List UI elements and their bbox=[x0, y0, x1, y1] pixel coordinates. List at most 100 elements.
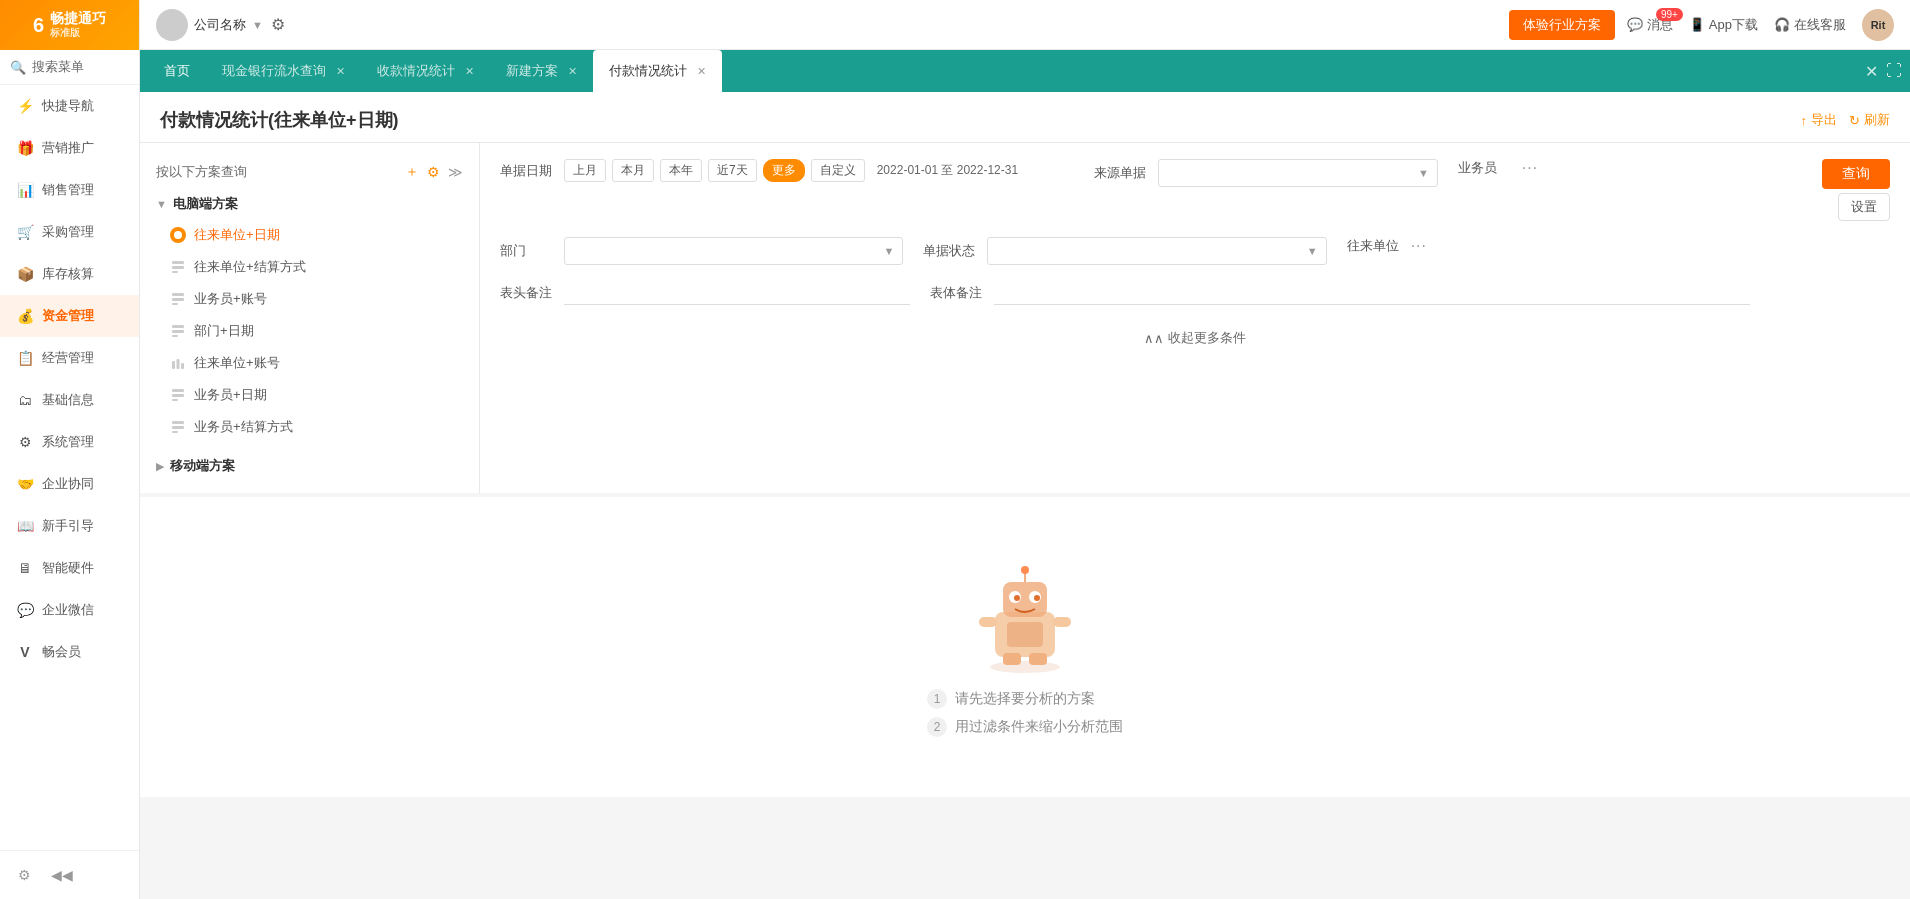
filter-field-source: 来源单据 ▼ bbox=[1094, 159, 1438, 187]
source-label: 来源单据 bbox=[1094, 164, 1150, 182]
tab-cash-flow[interactable]: 现金银行流水查询 ✕ bbox=[206, 50, 361, 92]
filter-category-desktop[interactable]: ▼ 电脑端方案 bbox=[140, 189, 479, 219]
date-btn-7days[interactable]: 近7天 bbox=[708, 159, 757, 182]
svg-rect-14 bbox=[172, 394, 184, 397]
tab-home[interactable]: 首页 bbox=[148, 50, 206, 92]
company-dropdown-icon[interactable]: ▼ bbox=[252, 19, 263, 31]
messages-btn[interactable]: 💬 消息 99+ bbox=[1627, 16, 1673, 34]
user-profile-avatar[interactable]: Rit bbox=[1862, 9, 1894, 41]
sidebar-item-label: 采购管理 bbox=[42, 223, 94, 241]
scheme-table-icon5 bbox=[170, 419, 186, 435]
svg-rect-8 bbox=[172, 330, 184, 333]
tab-payment-stats[interactable]: 收款情况统计 ✕ bbox=[361, 50, 490, 92]
tab-cash-flow-label: 现金银行流水查询 bbox=[222, 62, 326, 80]
sidebar-item-inventory[interactable]: 📦 库存核算 bbox=[0, 253, 139, 295]
svg-rect-15 bbox=[172, 399, 178, 401]
date-btn-this-year[interactable]: 本年 bbox=[660, 159, 702, 182]
scheme-table-icon3 bbox=[170, 323, 186, 339]
company-name: 公司名称 bbox=[194, 16, 246, 34]
filter-sidebar-title: 按以下方案查询 bbox=[156, 163, 247, 181]
tab-payment-details-close[interactable]: ✕ bbox=[697, 65, 706, 78]
tab-payment-details[interactable]: 付款情况统计 ✕ bbox=[593, 50, 722, 92]
date-btn-this-month[interactable]: 本月 bbox=[612, 159, 654, 182]
date-btn-last-month[interactable]: 上月 bbox=[564, 159, 606, 182]
tabs-right-controls: ✕ ⛶ bbox=[1865, 62, 1902, 81]
topbar-gear-icon[interactable]: ⚙ bbox=[271, 15, 285, 34]
empty-tip-2: 2 用过滤条件来缩小分析范围 bbox=[927, 717, 1123, 737]
main-area: 公司名称 ▼ ⚙ 体验行业方案 💬 消息 99+ 📱 App下载 🎧 在线客服 … bbox=[140, 0, 1910, 899]
tab-cash-flow-close[interactable]: ✕ bbox=[336, 65, 345, 78]
partner-dots[interactable]: ··· bbox=[1411, 237, 1427, 255]
svg-rect-18 bbox=[172, 431, 178, 433]
filter-scheme-partner-settlement[interactable]: 往来单位+结算方式 bbox=[140, 251, 479, 283]
settings-btn[interactable]: 设置 bbox=[1838, 193, 1890, 221]
refresh-label: 刷新 bbox=[1864, 111, 1890, 129]
dept-select[interactable]: ▼ bbox=[564, 237, 903, 265]
filter-settings-icon[interactable]: ⚙ bbox=[427, 164, 440, 180]
status-select[interactable]: ▼ bbox=[987, 237, 1326, 265]
operation-icon: 📋 bbox=[16, 349, 34, 367]
sidebar-item-newbie[interactable]: 📖 新手引导 bbox=[0, 505, 139, 547]
page-content: 付款情况统计(往来单位+日期) ↑ 导出 ↻ 刷新 按以下方案查询 ＋ bbox=[140, 92, 1910, 899]
sidebar-item-sales[interactable]: 📊 销售管理 bbox=[0, 169, 139, 211]
filter-field-header-note: 表头备注 bbox=[500, 281, 910, 305]
tab-new-plan[interactable]: 新建方案 ✕ bbox=[490, 50, 593, 92]
filter-scheme-staff-date[interactable]: 业务员+日期 bbox=[140, 379, 479, 411]
source-select[interactable]: ▼ bbox=[1158, 159, 1438, 187]
tab-new-plan-close[interactable]: ✕ bbox=[568, 65, 577, 78]
tab-payment-stats-close[interactable]: ✕ bbox=[465, 65, 474, 78]
sidebar-item-enterprise[interactable]: 🤝 企业协同 bbox=[0, 463, 139, 505]
quick-nav-icon: ⚡ bbox=[16, 97, 34, 115]
filter-scheme-staff-account[interactable]: 业务员+账号 bbox=[140, 283, 479, 315]
body-note-input[interactable] bbox=[994, 281, 1750, 305]
wechat-icon: 💬 bbox=[16, 601, 34, 619]
sidebar-item-purchase[interactable]: 🛒 采购管理 bbox=[0, 211, 139, 253]
sidebar-search[interactable]: 🔍 搜索菜单 bbox=[0, 50, 139, 85]
sidebar-item-label: 销售管理 bbox=[42, 181, 94, 199]
filter-category-mobile[interactable]: ▶ 移动端方案 bbox=[140, 451, 479, 481]
collapse-arrow-icon: ∧∧ bbox=[1144, 331, 1164, 346]
sidebar-collapse-btn[interactable]: ◀◀ bbox=[48, 861, 76, 889]
sidebar-item-system[interactable]: ⚙ 系统管理 bbox=[0, 421, 139, 463]
app-download-btn[interactable]: 📱 App下载 bbox=[1689, 16, 1758, 34]
empty-state: 1 请先选择要分析的方案 2 用过滤条件来缩小分析范围 bbox=[140, 497, 1910, 797]
filter-scheme-partner-date[interactable]: 往来单位+日期 bbox=[140, 219, 479, 251]
sidebar-item-quick-nav[interactable]: ⚡ 快捷导航 bbox=[0, 85, 139, 127]
filter-collapse-icon[interactable]: ≫ bbox=[448, 164, 463, 180]
filter-scheme-partner-account[interactable]: 往来单位+账号 bbox=[140, 347, 479, 379]
date-btn-custom[interactable]: 自定义 bbox=[811, 159, 865, 182]
sidebar-item-operation[interactable]: 📋 经营管理 bbox=[0, 337, 139, 379]
date-btn-more[interactable]: 更多 bbox=[763, 159, 805, 182]
export-btn[interactable]: ↑ 导出 bbox=[1801, 111, 1838, 129]
svg-rect-16 bbox=[172, 421, 184, 424]
sidebar-item-marketing[interactable]: 🎁 营销推广 bbox=[0, 127, 139, 169]
filter-scheme-staff-settlement[interactable]: 业务员+结算方式 bbox=[140, 411, 479, 443]
sidebar-item-member[interactable]: V 畅会员 bbox=[0, 631, 139, 673]
query-btn[interactable]: 查询 bbox=[1822, 159, 1890, 189]
marketing-icon: 🎁 bbox=[16, 139, 34, 157]
dept-label: 部门 bbox=[500, 242, 556, 260]
sidebar-item-wechat[interactable]: 💬 企业微信 bbox=[0, 589, 139, 631]
tab-expand-btn[interactable]: ⛶ bbox=[1886, 62, 1902, 80]
collapse-more-btn[interactable]: ∧∧ 收起更多条件 bbox=[500, 321, 1890, 355]
header-note-input[interactable] bbox=[564, 281, 910, 305]
sidebar-item-finance[interactable]: 💰 资金管理 bbox=[0, 295, 139, 337]
sidebar-item-basic[interactable]: 🗂 基础信息 bbox=[0, 379, 139, 421]
message-icon: 💬 bbox=[1627, 17, 1643, 32]
trial-btn[interactable]: 体验行业方案 bbox=[1509, 10, 1615, 40]
sidebar-settings-btn[interactable]: ⚙ bbox=[10, 861, 38, 889]
service-icon: 🎧 bbox=[1774, 17, 1790, 32]
filter-add-icon[interactable]: ＋ bbox=[405, 163, 419, 181]
tab-close-all-btn[interactable]: ✕ bbox=[1865, 62, 1878, 81]
finance-icon: 💰 bbox=[16, 307, 34, 325]
staff-dots[interactable]: ··· bbox=[1522, 159, 1538, 177]
sidebar-item-hardware[interactable]: 🖥 智能硬件 bbox=[0, 547, 139, 589]
online-service-btn[interactable]: 🎧 在线客服 bbox=[1774, 16, 1846, 34]
topbar: 公司名称 ▼ ⚙ 体验行业方案 💬 消息 99+ 📱 App下载 🎧 在线客服 … bbox=[140, 0, 1910, 50]
refresh-btn[interactable]: ↻ 刷新 bbox=[1849, 111, 1890, 129]
filter-scheme-dept-date[interactable]: 部门+日期 bbox=[140, 315, 479, 347]
svg-rect-4 bbox=[172, 293, 184, 296]
partner-label: 往来单位 bbox=[1347, 237, 1403, 255]
scheme-table-icon bbox=[170, 259, 186, 275]
filter-scheme-label: 往来单位+账号 bbox=[194, 354, 280, 372]
